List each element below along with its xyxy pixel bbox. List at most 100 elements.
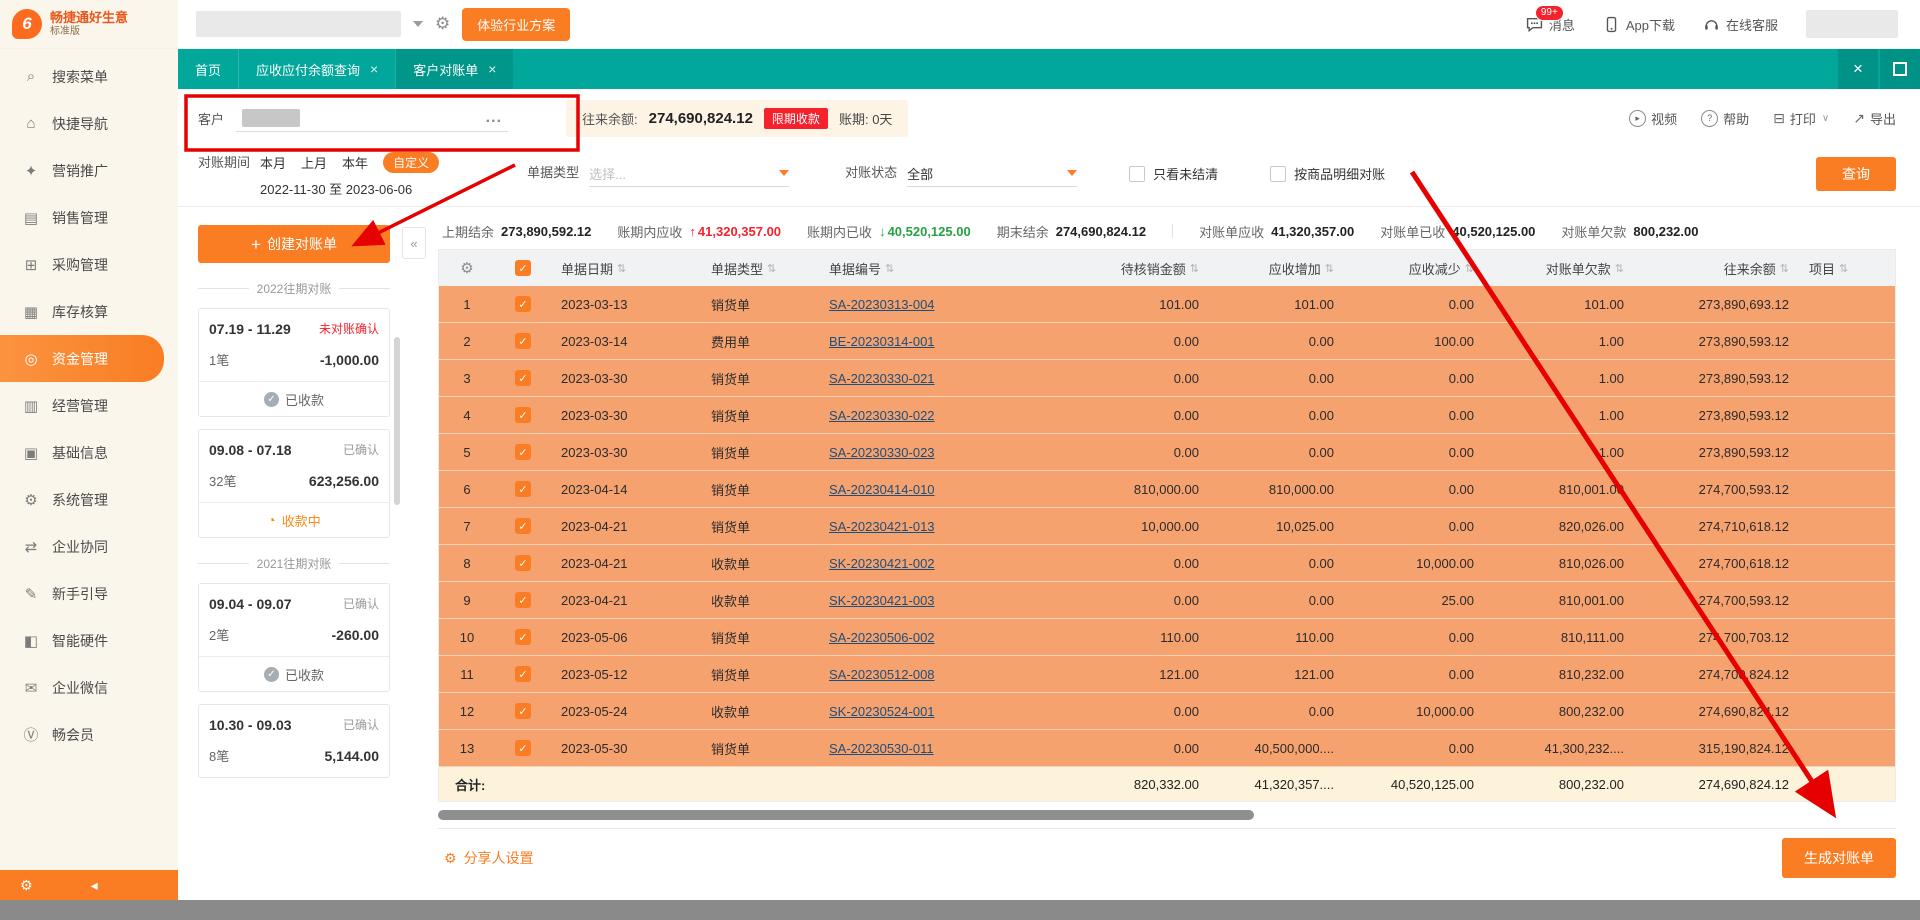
period-option-custom[interactable]: 自定义 [383,152,440,173]
column-header-pending[interactable]: 待核销金额 ⇅ [1044,259,1209,278]
row-checkbox[interactable]: ✓ [515,444,531,460]
sort-icon[interactable]: ⇅ [1615,262,1624,275]
sidebar-settings-gear-icon[interactable]: ⚙ [20,877,33,894]
table-row[interactable]: 11 ✓ 2023-05-12 销货单 SA-20230512-008 121.00 121… [439,656,1895,693]
document-link[interactable]: SA-20230414-010 [829,482,935,497]
row-checkbox[interactable]: ✓ [515,555,531,571]
column-header-doc[interactable]: 单据编号 ⇅ [819,259,1044,278]
sidebar-item-quick-nav[interactable]: ⌂ 快捷导航 [0,100,178,147]
sort-icon[interactable]: ⇅ [767,262,776,275]
table-row[interactable]: 8 ✓ 2023-04-21 收款单 SK-20230421-002 0.00 0.00 10… [439,545,1895,582]
document-link[interactable]: SK-20230524-001 [829,704,935,719]
document-link[interactable]: BE-20230314-001 [829,334,935,349]
tab-close-icon[interactable]: × [488,61,496,77]
tab-3[interactable]: 客户对账单 × [395,49,514,89]
action-print[interactable]: ⊟ 打印 ∨ [1773,109,1829,128]
row-checkbox[interactable]: ✓ [515,592,531,608]
settings-gear-icon[interactable]: ⚙ [435,14,450,34]
action-export[interactable]: ↗ 导出 [1853,109,1896,128]
doc-type-select[interactable]: 选择... [589,160,790,187]
row-checkbox[interactable]: ✓ [515,629,531,645]
trial-solution-button[interactable]: 体验行业方案 [462,7,571,41]
document-link[interactable]: SA-20230330-023 [829,445,935,460]
document-link[interactable]: SK-20230421-002 [829,556,935,571]
action-video[interactable]: ▸ 视频 [1629,109,1677,128]
sidebar-item-member[interactable]: Ⓥ 畅会员 [0,711,178,758]
close-all-tabs-button[interactable]: × [1838,49,1878,89]
search-button[interactable]: 查询 [1816,156,1896,191]
column-header-inc[interactable]: 应收增加 ⇅ [1209,259,1344,278]
sort-icon[interactable]: ⇅ [885,262,894,275]
sidebar-item-smart-hardware[interactable]: ◧ 智能硬件 [0,617,178,664]
statement-card[interactable]: 09.08 - 07.18 已确认 32笔 623,256.00 ◔ 收款中 [198,429,390,538]
table-row[interactable]: 3 ✓ 2023-03-30 销货单 SA-20230330-021 0.00 0.00 0.… [439,360,1895,397]
customer-select-input[interactable]: ... [236,104,509,132]
sidebar-item-purchase[interactable]: ⊞ 采购管理 [0,241,178,288]
document-link[interactable]: SA-20230421-013 [829,519,935,534]
topbar-app-download[interactable]: App下载 [1603,15,1675,34]
horizontal-scrollbar-thumb[interactable] [438,810,1255,820]
row-checkbox[interactable]: ✓ [515,518,531,534]
panel-scrollbar[interactable] [394,337,400,505]
row-checkbox[interactable]: ✓ [515,370,531,386]
row-checkbox[interactable]: ✓ [515,333,531,349]
sort-icon[interactable]: ⇅ [1780,262,1789,275]
column-header-dec[interactable]: 应收减少 ⇅ [1344,259,1484,278]
table-settings-gear-icon[interactable]: ⚙ [460,259,473,277]
sidebar-item-system[interactable]: ⚙ 系统管理 [0,476,178,523]
sort-icon[interactable]: ⇅ [1839,262,1848,275]
period-option[interactable]: 本月 [260,153,286,172]
create-statement-button[interactable]: + 创建对账单 [198,225,390,263]
period-option[interactable]: 上月 [301,153,327,172]
document-link[interactable]: SK-20230421-003 [829,593,935,608]
document-link[interactable]: SA-20230506-002 [829,630,935,645]
sidebar-item-base-info[interactable]: ▣ 基础信息 [0,429,178,476]
statement-card[interactable]: 07.19 - 11.29 未对账确认 1笔 -1,000.00 ✓ 已收款 [198,308,390,417]
share-settings-button[interactable]: ⚙ 分享人设置 [444,848,534,868]
table-row[interactable]: 12 ✓ 2023-05-24 收款单 SK-20230524-001 0.00 0.00 1… [439,693,1895,730]
redacted-org-selector[interactable] [196,11,401,37]
sidebar-item-funds[interactable]: ◎ 资金管理 [0,335,164,382]
chevron-down-icon[interactable] [413,21,423,27]
column-header-owed[interactable]: 对账单欠款 ⇅ [1484,259,1634,278]
sort-icon[interactable]: ⇅ [1325,262,1334,275]
sidebar-item-beginner-guide[interactable]: ✎ 新手引导 [0,570,178,617]
sidebar-item-sales[interactable]: ▤ 销售管理 [0,194,178,241]
row-checkbox[interactable]: ✓ [515,296,531,312]
row-checkbox[interactable]: ✓ [515,703,531,719]
document-link[interactable]: SA-20230313-004 [829,297,935,312]
customer-more-button[interactable]: ... [486,109,502,127]
select-all-checkbox[interactable]: ✓ [515,260,531,276]
by-product-detail-checkbox[interactable] [1270,165,1287,182]
table-row[interactable]: 1 ✓ 2023-03-13 销货单 SA-20230313-004 101.00 101.… [439,286,1895,323]
tab-1[interactable]: 首页 [178,49,238,89]
column-header-date[interactable]: 单据日期 ⇅ [551,259,701,278]
by-product-detail-checkbox-group[interactable]: 按商品明细对账 [1270,161,1385,187]
row-checkbox[interactable]: ✓ [515,666,531,682]
sidebar-item-enterprise-wechat[interactable]: ✉ 企业微信 [0,664,178,711]
row-checkbox[interactable]: ✓ [515,481,531,497]
action-help[interactable]: ? 帮助 [1701,109,1749,128]
document-link[interactable]: SA-20230330-021 [829,371,935,386]
generate-statement-button[interactable]: 生成对账单 [1782,838,1896,878]
column-header-type[interactable]: 单据类型 ⇅ [701,259,819,278]
fullscreen-button[interactable] [1880,49,1920,89]
sidebar-item-inventory[interactable]: ▦ 库存核算 [0,288,178,335]
document-link[interactable]: SA-20230530-011 [829,741,934,756]
table-row[interactable]: 7 ✓ 2023-04-21 销货单 SA-20230421-013 10,000.00 1… [439,508,1895,545]
sort-icon[interactable]: ⇅ [1190,262,1199,275]
table-row[interactable]: 13 ✓ 2023-05-30 销货单 SA-20230530-011 0.00 40,50… [439,730,1895,767]
statement-card[interactable]: 09.04 - 09.07 已确认 2笔 -260.00 ✓ 已收款 [198,583,390,692]
table-row[interactable]: 4 ✓ 2023-03-30 销货单 SA-20230330-022 0.00 0.00 0.… [439,397,1895,434]
table-row[interactable]: 5 ✓ 2023-03-30 销货单 SA-20230330-023 0.00 0.00 0.… [439,434,1895,471]
status-select[interactable]: 全部 [907,160,1078,187]
table-row[interactable]: 6 ✓ 2023-04-14 销货单 SA-20230414-010 810,000.00… [439,471,1895,508]
only-unsettled-checkbox[interactable] [1129,165,1146,182]
sidebar-collapse-icon[interactable]: ◂ [91,877,98,894]
document-link[interactable]: SA-20230330-022 [829,408,935,423]
sort-icon[interactable]: ⇅ [1465,262,1474,275]
sidebar-item-operations[interactable]: ▥ 经营管理 [0,382,178,429]
row-checkbox[interactable]: ✓ [515,740,531,756]
only-unsettled-checkbox-group[interactable]: 只看未结清 [1129,161,1218,187]
period-option[interactable]: 本年 [342,153,368,172]
